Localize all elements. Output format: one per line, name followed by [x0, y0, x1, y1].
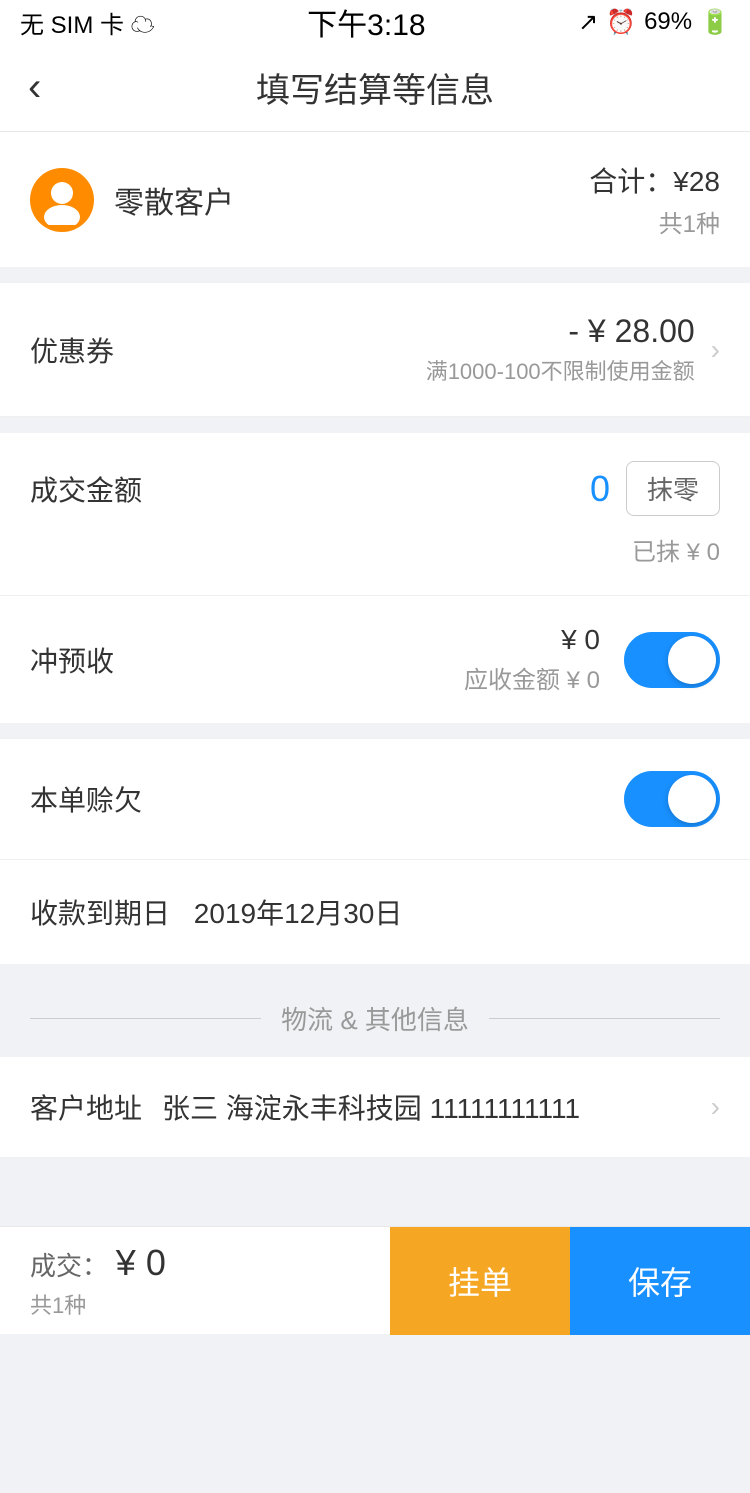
alarm-icon: ⏰	[606, 8, 636, 37]
prereceive-toggle[interactable]	[624, 632, 720, 688]
coupon-sub: 满1000-100不限制使用金额	[426, 354, 695, 386]
logistics-text: 物流 & 其他信息	[281, 1000, 469, 1037]
coupon-value: - ¥ 28.00 满1000-100不限制使用金额	[426, 313, 695, 386]
prereceive-amounts: ¥ 0 应收金额 ¥ 0	[464, 624, 600, 695]
status-right: ↗ ⏰ 69% 🔋	[578, 8, 730, 37]
coupon-right: - ¥ 28.00 满1000-100不限制使用金额 ›	[426, 313, 720, 386]
sim-label: 无 SIM 卡 ☁	[20, 5, 155, 40]
bottom-bar: 成交： ¥ 0 共1种 挂单 保存	[0, 1226, 750, 1334]
coupon-row[interactable]: 优惠券 - ¥ 28.00 满1000-100不限制使用金额 ›	[0, 283, 750, 417]
customer-name: 零散客户	[114, 178, 234, 222]
logistics-header: 物流 & 其他信息	[0, 980, 750, 1057]
bottom-info: 成交： ¥ 0 共1种	[0, 1242, 390, 1320]
due-date-prefix: 收款到期日	[30, 898, 170, 929]
deal-amount-section: 成交金额 0 抹零 已抹 ¥ 0 冲预收 ¥ 0 应收金额 ¥ 0	[0, 433, 750, 723]
prereceive-main-amount: ¥ 0	[464, 624, 600, 656]
coupon-amount: - ¥ 28.00	[426, 313, 695, 350]
status-bar: 无 SIM 卡 ☁ 下午3:18 ↗ ⏰ 69% 🔋	[0, 0, 750, 44]
due-date-row[interactable]: 收款到期日 2019年12月30日	[0, 859, 750, 964]
customer-left: 零散客户	[30, 168, 234, 232]
prereceive-sub-amount: 应收金额 ¥ 0	[464, 660, 600, 695]
page-title: 填写结算等信息	[256, 63, 494, 112]
nav-bar: ‹ 填写结算等信息	[0, 44, 750, 132]
save-button[interactable]: 保存	[570, 1227, 750, 1335]
address-chevron-icon: ›	[711, 1091, 720, 1123]
hold-button[interactable]: 挂单	[390, 1227, 570, 1335]
debt-section: 本单赊欠 收款到期日 2019年12月30日	[0, 739, 750, 964]
coupon-section: 优惠券 - ¥ 28.00 满1000-100不限制使用金额 ›	[0, 283, 750, 417]
bottom-amount: ¥ 0	[116, 1242, 166, 1283]
address-section: 客户地址 张三 海淀永丰科技园 11111111111 ›	[0, 1057, 750, 1157]
status-left: 无 SIM 卡 ☁	[20, 5, 155, 40]
prereceive-right: ¥ 0 应收金额 ¥ 0	[464, 624, 720, 695]
bottom-count: 共1种	[30, 1288, 360, 1320]
bottom-deal-label: 成交：	[30, 1251, 108, 1281]
prereceive-label: 冲预收	[30, 640, 114, 680]
address-value: 张三 海淀永丰科技园 11111111111	[162, 1087, 699, 1127]
customer-summary: 合计：¥28 共1种	[589, 160, 720, 239]
debt-toggle[interactable]	[624, 771, 720, 827]
deal-amount-label: 成交金额	[30, 469, 142, 509]
coupon-label: 优惠券	[30, 330, 114, 370]
total-count: 共1种	[589, 204, 720, 239]
due-date-label: 收款到期日 2019年12月30日	[30, 898, 402, 929]
deal-amount-input-area: 0 抹零	[590, 461, 720, 516]
debt-row: 本单赊欠	[0, 739, 750, 859]
round-button[interactable]: 抹零	[626, 461, 720, 516]
total-amount: 合计：¥28	[589, 160, 720, 200]
toggle-thumb-debt	[668, 775, 716, 823]
chevron-icon: ›	[711, 334, 720, 366]
deal-amount-row: 成交金额 0 抹零	[0, 433, 750, 532]
debt-label: 本单赊欠	[30, 779, 142, 819]
logistics-line-left	[30, 1018, 261, 1019]
battery-label: 69%	[644, 8, 692, 36]
avatar	[30, 168, 94, 232]
prereceive-row: 冲预收 ¥ 0 应收金额 ¥ 0	[0, 595, 750, 723]
battery-icon: 🔋	[700, 8, 730, 37]
deal-amount-value[interactable]: 0	[590, 468, 610, 510]
status-time: 下午3:18	[307, 0, 425, 44]
address-label: 客户地址	[30, 1087, 142, 1127]
address-row[interactable]: 客户地址 张三 海淀永丰科技园 11111111111 ›	[0, 1057, 750, 1157]
toggle-thumb	[668, 636, 716, 684]
customer-row[interactable]: 零散客户 合计：¥28 共1种	[0, 132, 750, 267]
logistics-line-right	[489, 1018, 720, 1019]
bottom-deal-line: 成交： ¥ 0	[30, 1242, 360, 1284]
back-button[interactable]: ‹	[28, 65, 41, 110]
customer-section: 零散客户 合计：¥28 共1种	[0, 132, 750, 267]
due-date-value: 2019年12月30日	[194, 898, 403, 929]
deal-amount-sub: 已抹 ¥ 0	[0, 532, 750, 595]
location-icon: ↗	[578, 8, 598, 37]
